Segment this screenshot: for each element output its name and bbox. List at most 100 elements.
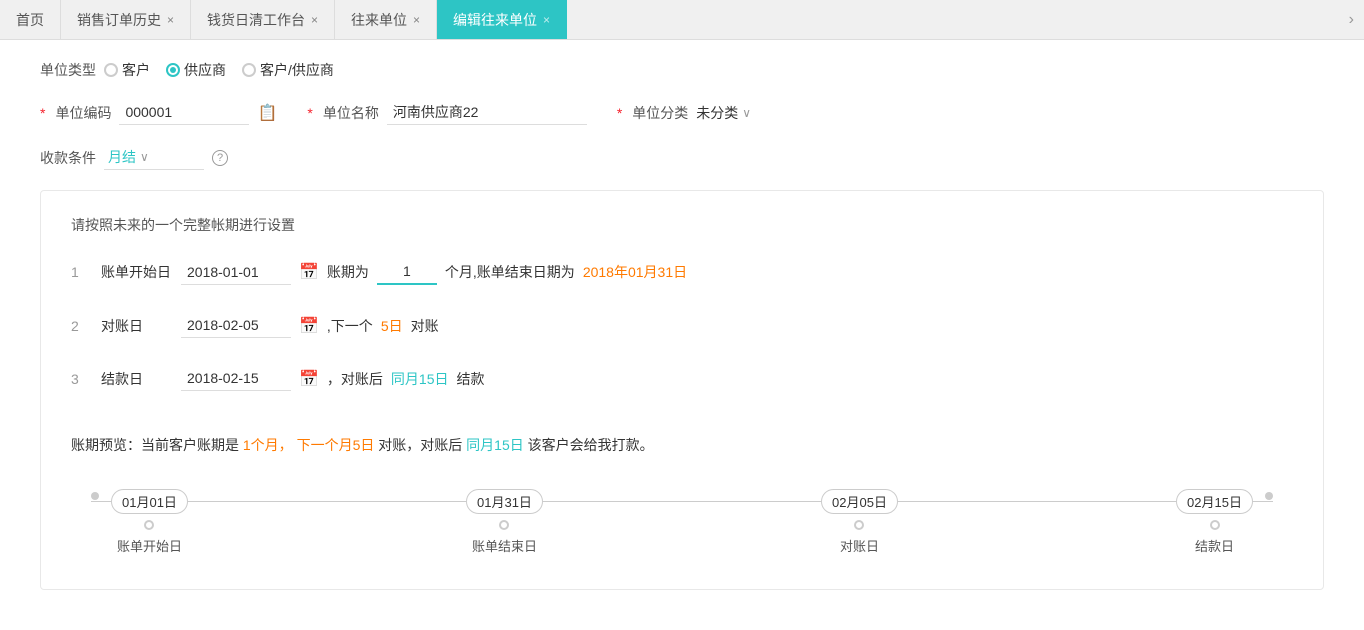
row-1-end-date: 2018年01月31日 xyxy=(583,262,687,282)
unit-type-row: 单位类型 客户 供应商 客户/供应商 xyxy=(40,60,1324,80)
payment-terms-label: 收款条件 xyxy=(40,148,96,168)
unit-code-label: 单位编码 xyxy=(55,103,111,123)
row-1-label: 账单开始日 xyxy=(101,262,181,282)
unit-category-value: 未分类 xyxy=(696,103,738,123)
timeline-points: 01月01日 账单开始日 01月31日 账单结束日 02月05日 对账日 xyxy=(91,489,1273,555)
preview-part1: 1个月， xyxy=(243,437,293,453)
tab-edit-label: 编辑往来单位 xyxy=(453,10,537,30)
radio-customer[interactable]: 客户 xyxy=(104,60,150,80)
unit-category-label: 单位分类 xyxy=(632,103,688,123)
unit-name-field: * 单位名称 xyxy=(307,100,586,125)
radio-both[interactable]: 客户/供应商 xyxy=(242,60,334,80)
payment-terms-field: 收款条件 月结 ∨ ? xyxy=(40,145,228,170)
unit-type-label: 单位类型 xyxy=(40,60,96,80)
row-3-label: 结款日 xyxy=(101,369,181,389)
radio-supplier-label: 供应商 xyxy=(184,60,226,80)
timeline-dot-4 xyxy=(1210,520,1220,530)
row-2-suffix2: 对账 xyxy=(411,316,439,336)
timeline: 01月01日 账单开始日 01月31日 账单结束日 02月05日 对账日 xyxy=(71,479,1293,565)
timeline-dot-1 xyxy=(144,520,154,530)
unit-name-input[interactable] xyxy=(387,100,587,125)
radio-group: 客户 供应商 客户/供应商 xyxy=(104,60,334,80)
row-1-calendar-icon[interactable]: 📅 xyxy=(299,262,319,282)
row-3-calendar-icon[interactable]: 📅 xyxy=(299,369,319,389)
copy-icon[interactable]: 📋 xyxy=(257,103,277,123)
row-3-inputs: 📅 ，对账后 同月15日 结款 xyxy=(181,366,485,391)
timeline-point-4: 02月15日 结款日 xyxy=(1176,489,1253,555)
unit-code-star: * xyxy=(40,105,45,121)
row-1-date-input[interactable] xyxy=(181,260,291,285)
row-2-num: 2 xyxy=(71,318,101,334)
preview-part5: 该客户会给我打款。 xyxy=(528,437,654,453)
category-dropdown-arrow: ∨ xyxy=(742,106,751,120)
radio-customer-circle xyxy=(104,63,118,77)
payment-terms-dropdown[interactable]: 月结 ∨ xyxy=(104,145,204,170)
preview-part3: 对账，对账后 xyxy=(378,437,462,453)
tab-sales-close[interactable]: × xyxy=(167,13,174,27)
preview-section: 账期预览：当前客户账期是 1个月， 下一个月5日 对账，对账后 同月15日 该客… xyxy=(71,419,1293,565)
unit-type-field: 单位类型 客户 供应商 客户/供应商 xyxy=(40,60,334,80)
unit-category-star: * xyxy=(617,105,622,121)
preview-part4: 同月15日 xyxy=(466,437,524,453)
row-2-suffix-text: ,下一个 xyxy=(327,316,373,336)
tab-sales-order-history[interactable]: 销售订单历史 × xyxy=(61,0,191,39)
row-3-highlight: 同月15日 xyxy=(391,369,449,389)
row-3-num: 3 xyxy=(71,371,101,387)
row-2-inputs: 📅 ,下一个 5日 对账 xyxy=(181,313,439,338)
tab-edit-partner-unit[interactable]: 编辑往来单位 × xyxy=(437,0,567,39)
timeline-right-dot xyxy=(1265,492,1273,500)
preview-label: 账期预览：当前客户账期是 xyxy=(71,437,239,453)
timeline-label-2: 账单结束日 xyxy=(472,536,537,555)
radio-both-label: 客户/供应商 xyxy=(260,60,334,80)
preview-text: 账期预览：当前客户账期是 1个月， 下一个月5日 对账，对账后 同月15日 该客… xyxy=(71,435,1293,455)
tab-partner-unit[interactable]: 往来单位 × xyxy=(335,0,437,39)
tab-cash-work[interactable]: 钱货日清工作台 × xyxy=(191,0,335,39)
payment-terms-row: 收款条件 月结 ∨ ? xyxy=(40,145,1324,170)
row-2-calendar-icon[interactable]: 📅 xyxy=(299,316,319,336)
help-icon[interactable]: ? xyxy=(212,150,228,166)
unit-category-field: * 单位分类 未分类 ∨ xyxy=(617,103,896,123)
row-2-label: 对账日 xyxy=(101,316,181,336)
row-1-period-input[interactable] xyxy=(377,259,437,285)
timeline-label-4: 结款日 xyxy=(1195,536,1234,555)
timeline-label-3: 对账日 xyxy=(840,536,879,555)
tab-bar: 首页 销售订单历史 × 钱货日清工作台 × 往来单位 × 编辑往来单位 × › xyxy=(0,0,1364,40)
tab-partner-label: 往来单位 xyxy=(351,10,407,30)
unit-name-star: * xyxy=(307,105,312,121)
row-1-middle-text: 账期为 xyxy=(327,262,369,282)
payment-dropdown-arrow: ∨ xyxy=(140,150,149,164)
unit-category-dropdown[interactable]: 未分类 ∨ xyxy=(696,103,896,123)
row-2-highlight: 5日 xyxy=(381,316,403,336)
preview-part2: 下一个月5日 xyxy=(297,437,375,453)
tab-more-button[interactable]: › xyxy=(1339,0,1364,39)
payment-terms-value: 月结 xyxy=(108,147,136,167)
unit-code-field: * 单位编码 📋 xyxy=(40,100,277,125)
radio-both-circle xyxy=(242,63,256,77)
timeline-point-1: 01月01日 账单开始日 xyxy=(111,489,188,555)
row-2-date-input[interactable] xyxy=(181,313,291,338)
tab-partner-close[interactable]: × xyxy=(413,13,420,27)
row-1-inputs: 📅 账期为 个月,账单结束日期为 2018年01月31日 xyxy=(181,259,687,285)
row-3-suffix2: 结款 xyxy=(457,369,485,389)
timeline-label-1: 账单开始日 xyxy=(117,536,182,555)
row-3-date-input[interactable] xyxy=(181,366,291,391)
tab-home-label: 首页 xyxy=(16,10,44,30)
timeline-badge-3: 02月05日 xyxy=(821,489,898,514)
tab-edit-close[interactable]: × xyxy=(543,13,550,27)
row-3-suffix-text: ，对账后 xyxy=(327,369,383,389)
unit-info-row: * 单位编码 📋 * 单位名称 * 单位分类 未分类 ∨ xyxy=(40,100,1324,125)
unit-name-label: 单位名称 xyxy=(323,103,379,123)
unit-code-input[interactable] xyxy=(119,100,249,125)
radio-customer-label: 客户 xyxy=(122,60,150,80)
tab-cash-close[interactable]: × xyxy=(311,13,318,27)
timeline-dot-2 xyxy=(499,520,509,530)
tab-cash-label: 钱货日清工作台 xyxy=(207,10,305,30)
setting-row-1: 1 账单开始日 📅 账期为 个月,账单结束日期为 2018年01月31日 xyxy=(71,259,1293,285)
radio-supplier[interactable]: 供应商 xyxy=(166,60,226,80)
radio-supplier-circle xyxy=(166,63,180,77)
tab-home[interactable]: 首页 xyxy=(0,0,61,39)
tab-sales-label: 销售订单历史 xyxy=(77,10,161,30)
setting-row-3: 3 结款日 📅 ，对账后 同月15日 结款 xyxy=(71,366,1293,391)
section-title: 请按照未来的一个完整帐期进行设置 xyxy=(71,215,1293,235)
timeline-point-2: 01月31日 账单结束日 xyxy=(466,489,543,555)
